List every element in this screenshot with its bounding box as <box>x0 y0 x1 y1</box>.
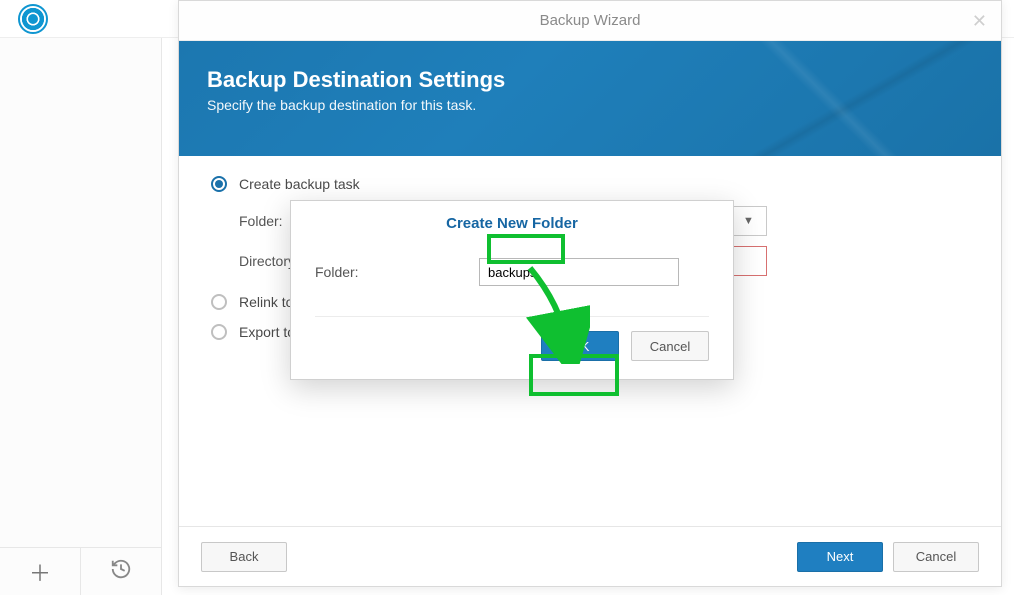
add-button[interactable]: ＋ <box>0 548 80 595</box>
create-folder-dialog: Create New Folder Folder: OK Cancel <box>290 200 734 380</box>
wizard-banner: Backup Destination Settings Specify the … <box>179 41 1001 156</box>
radio-unchecked-icon[interactable] <box>211 324 227 340</box>
wizard-close-icon[interactable]: ✕ <box>972 11 987 32</box>
dialog-body: Folder: <box>291 242 733 316</box>
dialog-title: Create New Folder <box>291 201 733 242</box>
next-button[interactable]: Next <box>797 542 883 572</box>
sidebar-bottom-toolbar: ＋ <box>0 547 161 595</box>
dialog-cancel-button[interactable]: Cancel <box>631 331 709 361</box>
history-button[interactable] <box>80 548 161 595</box>
dialog-folder-label: Folder: <box>315 264 455 280</box>
wizard-title: Backup Wizard <box>540 12 641 29</box>
option-label: Export to <box>239 324 295 340</box>
chevron-down-icon: ▼ <box>743 215 754 227</box>
dialog-ok-button[interactable]: OK <box>541 331 619 361</box>
wizard-footer: Back Next Cancel <box>179 526 1001 586</box>
sidebar: ＋ <box>0 38 162 595</box>
option-label: Create backup task <box>239 176 360 192</box>
wizard-titlebar: Backup Wizard ✕ <box>179 1 1001 41</box>
plus-icon: ＋ <box>29 556 51 588</box>
cancel-button[interactable]: Cancel <box>893 542 979 572</box>
banner-title: Backup Destination Settings <box>207 67 1001 93</box>
option-create-backup[interactable]: Create backup task <box>211 176 969 192</box>
back-button[interactable]: Back <box>201 542 287 572</box>
app-logo-icon <box>18 4 48 34</box>
radio-checked-icon[interactable] <box>211 176 227 192</box>
radio-unchecked-icon[interactable] <box>211 294 227 310</box>
folder-dropdown-trigger[interactable]: ▼ <box>731 206 767 236</box>
dialog-buttons: OK Cancel <box>291 317 733 361</box>
banner-subtitle: Specify the backup destination for this … <box>207 97 1001 113</box>
option-label: Relink to <box>239 294 293 310</box>
history-icon <box>110 558 132 586</box>
dialog-folder-input[interactable] <box>479 258 679 286</box>
